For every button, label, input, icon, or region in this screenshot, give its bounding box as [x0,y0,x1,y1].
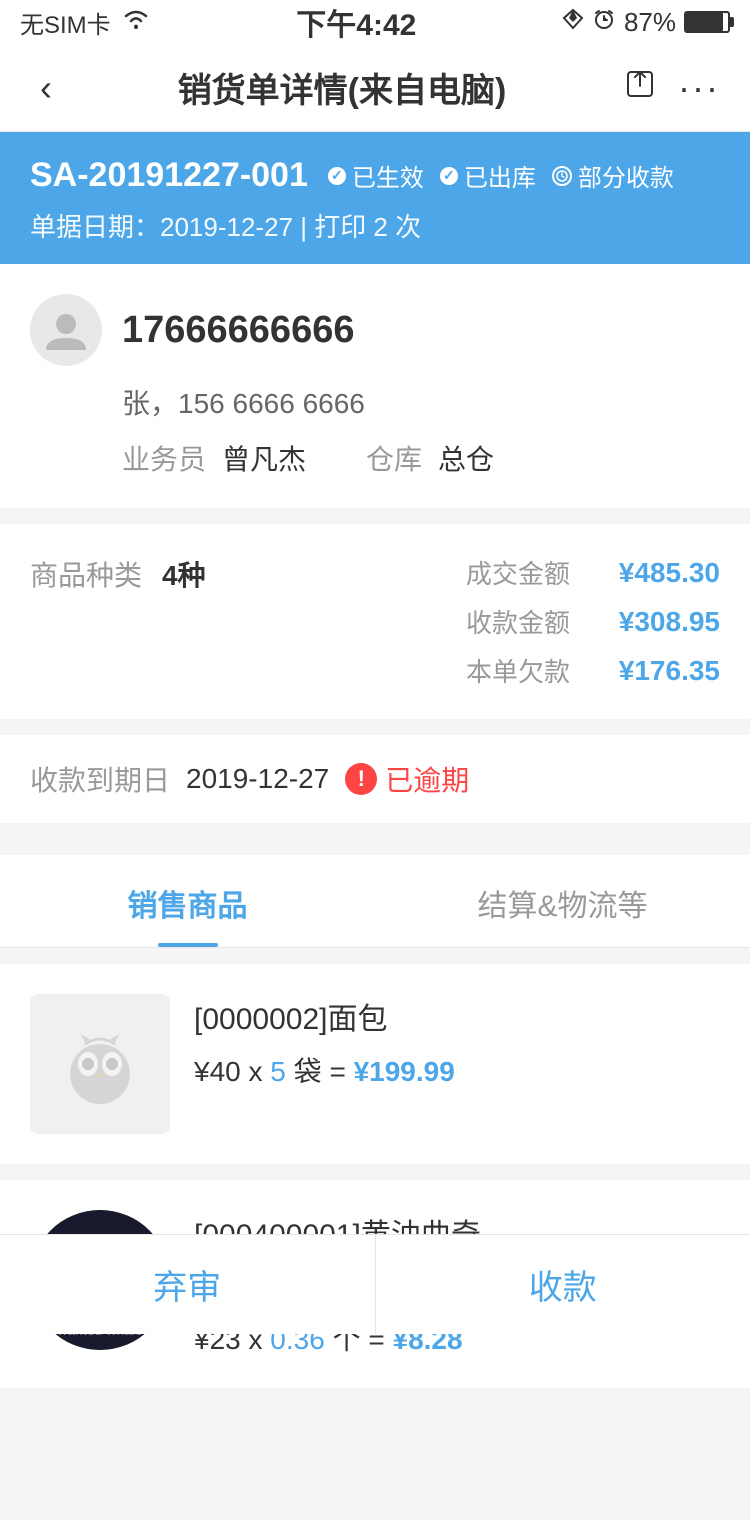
status-bar: 无SIM卡 下午4:42 87% [0,0,750,44]
order-date: 单据日期：2019-12-27 | 打印 2 次 [30,207,720,244]
order-header: SA-20191227-001 已生效 已出库 部分收款 单据日期：2019-1… [0,132,750,264]
tabs-bar: 销售商品 结算&物流等 [0,855,750,948]
wifi-icon [121,8,151,37]
list-item: 昆+ [0000002]面包 ¥40 x 5 袋 = ¥199.99 [0,964,750,1164]
share-icon[interactable] [622,66,658,109]
product-name: [0000002]面包 [194,994,720,1038]
divider [0,839,750,855]
alarm-icon [592,7,616,38]
tab-settlement[interactable]: 结算&物流等 [375,855,750,947]
overdue-badge: ! 已逾期 [345,759,469,799]
tab-products[interactable]: 销售商品 [0,855,375,947]
status-partial: 部分收款 [552,158,674,193]
more-icon[interactable]: ··· [678,67,720,109]
customer-top: 17666666666 [30,294,720,366]
due-date-card: 收款到期日 2019-12-27 ! 已逾期 [0,735,750,823]
status-right: 87% [562,7,730,38]
debt-row: 本单欠款 ¥176.35 [466,652,720,689]
customer-card: 17666666666 张，156 6666 6666 业务员 曾凡杰 仓库 总… [0,264,750,508]
back-button[interactable]: ‹ [30,57,62,119]
nav-bar: ‹ 销货单详情(来自电脑) ··· [0,44,750,132]
status-left: 无SIM卡 [20,5,151,40]
status-shipped: 已出库 [440,158,536,193]
avatar [30,294,102,366]
time-display: 下午4:42 [296,0,416,44]
overdue-text: 已逾期 [385,759,469,799]
bottom-spacer [0,1404,750,1520]
clock-icon [552,166,572,186]
status-tags: 已生效 已出库 部分收款 [328,158,674,193]
product-thumbnail: 昆+ [30,994,170,1134]
customer-meta: 业务员 曾凡杰 仓库 总仓 [30,438,720,478]
stats-card: 商品种类 4种 成交金额 ¥485.30 收款金额 ¥308.95 本单欠款 ¥… [0,524,750,719]
customer-phone: 17666666666 [122,309,354,352]
sales-person: 业务员 曾凡杰 [122,438,306,478]
product-details: [0000002]面包 ¥40 x 5 袋 = ¥199.99 [194,994,720,1090]
cancel-button[interactable]: 弃审 [0,1235,376,1334]
customer-name-phone: 张，156 6666 6666 [30,382,720,422]
overdue-icon: ! [345,763,377,795]
battery-label: 87% [624,7,676,38]
confirm-button[interactable]: 收款 [376,1235,750,1334]
status-effective: 已生效 [328,158,424,193]
carrier-label: 无SIM卡 [20,5,111,40]
stats-left: 商品种类 4种 [30,554,466,594]
check-icon-2 [440,167,458,185]
bottom-bar: 弃审 收款 [0,1234,750,1334]
page-title: 销货单详情(来自电脑) [62,63,622,112]
warehouse: 仓库 总仓 [366,438,494,478]
amount-row: 成交金额 ¥485.30 [466,554,720,591]
location-icon [562,8,584,37]
received-row: 收款金额 ¥308.95 [466,603,720,640]
order-id: SA-20191227-001 [30,156,308,195]
check-icon [328,167,346,185]
stats-right: 成交金额 ¥485.30 收款金额 ¥308.95 本单欠款 ¥176.35 [466,554,720,689]
product-price: ¥40 x 5 袋 = ¥199.99 [194,1050,720,1090]
nav-actions: ··· [622,66,720,109]
battery-icon [684,11,730,33]
